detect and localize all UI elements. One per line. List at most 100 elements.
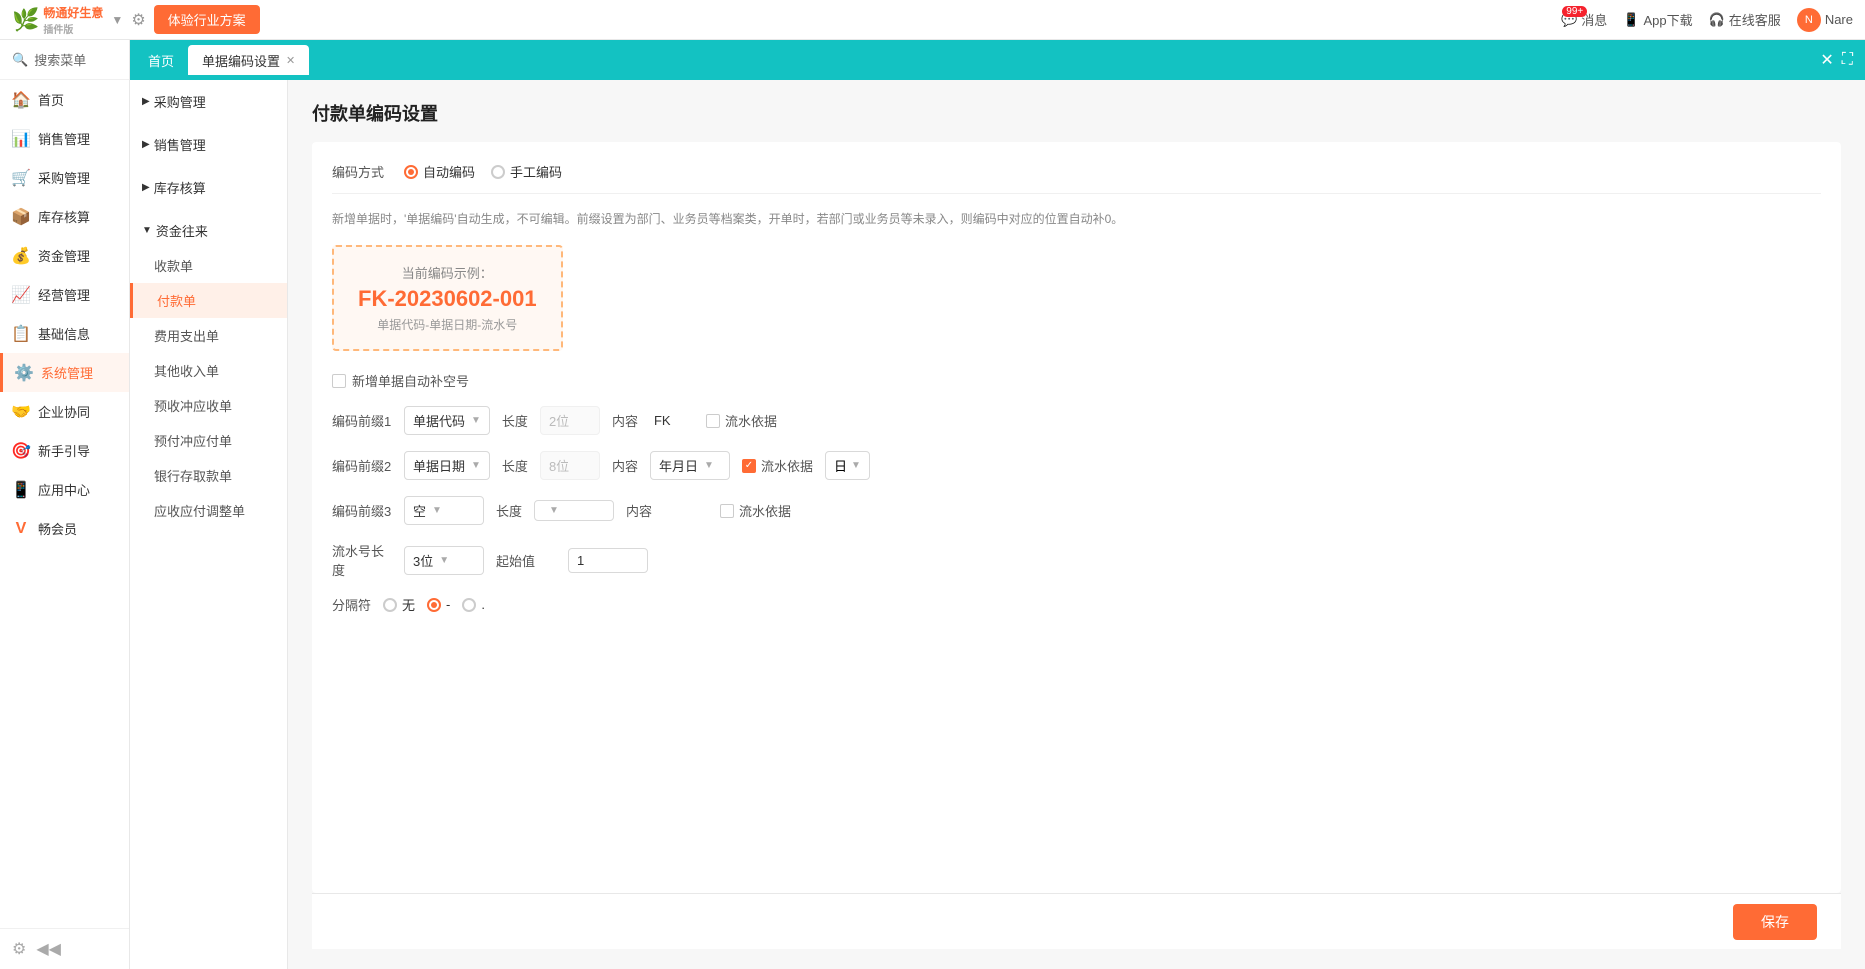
prefix1-value-select[interactable]: 单据代码 ▼ [404,406,490,435]
prefix3-serial-checkbox[interactable] [720,504,734,518]
tab-close-icon[interactable]: ✕ [286,54,295,67]
prefix2-serial-checkbox[interactable]: ✓ [742,459,756,473]
sidebar-item-label-finance: 资金管理 [38,246,90,265]
prefix2-label: 编码前缀2 [332,456,392,475]
service-icon: 🎧 [1709,12,1725,28]
enterprise-icon: 🤝 [12,403,30,421]
sidebar-item-guide[interactable]: 🎯 新手引导 [0,431,129,470]
sidebar-item-label-app: 应用中心 [38,480,90,499]
prefix2-value-select[interactable]: 单据日期 ▼ [404,451,490,480]
sidebar-item-enterprise[interactable]: 🤝 企业协同 [0,392,129,431]
sec-item-prepay-recv[interactable]: 预收冲应收单 [130,388,287,423]
radio-manual[interactable]: 手工编码 [491,162,562,181]
collapse-icon[interactable]: ◀◀ [36,939,61,959]
tab-encoding-label: 单据编码设置 [202,51,280,70]
sidebar-item-finance[interactable]: 💰 资金管理 [0,236,129,275]
nav-sidebar: 🔍 搜索菜单 🏠 首页 📊 销售管理 🛒 采购管理 📦 库存核算 💰 资金管理 … [0,40,130,969]
sidebar-item-management[interactable]: 📈 经营管理 [0,275,129,314]
serial-length-label: 流水号长度 [332,541,392,579]
radio-auto[interactable]: 自动编码 [404,162,475,181]
prefix3-chevron-icon: ▼ [432,505,442,516]
sec-group-title-purchase[interactable]: ▶ 采购管理 [130,84,287,119]
top-bar: 🌿 畅通好生意 插件版 ▼ ⚙ 体验行业方案 💬 99+ 消息 📱 App下载 … [0,0,1865,40]
maximize-icon[interactable]: ⛶ [1842,51,1853,69]
auto-fill-checkbox[interactable] [332,374,346,388]
sec-group-sales: ▶ 销售管理 [130,123,287,166]
auto-fill-row[interactable]: 新增单据自动补空号 [332,371,1821,390]
system-icon: ⚙️ [15,364,33,382]
start-value-input[interactable] [568,548,648,573]
sidebar-item-label-guide: 新手引导 [38,441,90,460]
radio-auto-circle [404,165,418,179]
prefix2-day-select[interactable]: 日 ▼ [825,451,870,480]
sec-item-bank[interactable]: 银行存取款单 [130,458,287,493]
prefix1-serial-checkbox-wrap[interactable]: 流水依据 [706,411,777,430]
try-button[interactable]: 体验行业方案 [154,5,260,34]
settings-card: 编码方式 自动编码 手工编码 [312,142,1841,893]
sidebar-item-home[interactable]: 🏠 首页 [0,80,129,119]
sec-item-payment[interactable]: 付款单 [130,283,287,318]
sec-item-adjust[interactable]: 应收应付调整单 [130,493,287,528]
sec-group-title-sales[interactable]: ▶ 销售管理 [130,127,287,162]
sidebar-item-member[interactable]: V 畅会员 [0,509,129,548]
radio-manual-circle [491,165,505,179]
sidebar-item-system[interactable]: ⚙️ 系统管理 [0,353,129,392]
sec-item-receipt[interactable]: 收款单 [130,248,287,283]
sep-dash-radio[interactable]: - [427,597,450,612]
tab-home-label: 首页 [148,51,174,70]
tab-encoding[interactable]: 单据编码设置 ✕ [188,45,309,75]
sidebar-item-inventory[interactable]: 📦 库存核算 [0,197,129,236]
sep-none-radio[interactable]: 无 [383,595,415,614]
sec-group-label-sales: 销售管理 [154,135,206,154]
app-download-item[interactable]: 📱 App下载 [1623,10,1692,29]
sec-item-other-income[interactable]: 其他收入单 [130,353,287,388]
secondary-sidebar: ▶ 采购管理 ▶ 销售管理 ▶ 库存核算 [130,80,288,969]
sidebar-item-app[interactable]: 📱 应用中心 [0,470,129,509]
sec-item-prepay-pay[interactable]: 预付冲应付单 [130,423,287,458]
sec-group-title-inventory[interactable]: ▶ 库存核算 [130,170,287,205]
sec-item-label-payment: 付款单 [157,294,196,309]
prefix3-length-select[interactable]: ▼ [534,500,614,521]
tab-home[interactable]: 首页 [134,45,188,75]
prefix1-serial-label: 流水依据 [725,411,777,430]
radio-manual-label: 手工编码 [510,162,562,181]
user-item[interactable]: N Nare [1797,8,1853,32]
auto-fill-label: 新增单据自动补空号 [352,371,469,390]
guide-icon: 🎯 [12,442,30,460]
prefix2-content-select[interactable]: 年月日 ▼ [650,451,730,480]
sep-dot-radio-circle [462,598,476,612]
prefix3-serial-checkbox-wrap[interactable]: 流水依据 [720,501,791,520]
sep-dash-radio-dot [431,602,437,608]
sep-dot-radio[interactable]: . [462,597,485,612]
save-button[interactable]: 保存 [1733,904,1817,940]
prefix2-serial-checkbox-wrap[interactable]: ✓ 流水依据 [742,456,813,475]
serial-length-select[interactable]: 3位 ▼ [404,546,484,575]
minimize-icon[interactable]: ✕ [1820,50,1833,70]
message-item[interactable]: 💬 99+ 消息 [1561,10,1607,29]
sidebar-item-sales[interactable]: 📊 销售管理 [0,119,129,158]
settings-bottom-icon[interactable]: ⚙ [12,939,26,959]
prefix1-chevron-icon: ▼ [471,415,481,426]
prefix1-row: 编码前缀1 单据代码 ▼ 长度 2位 内容 FK 流水依 [332,406,1821,435]
sec-item-label-expense: 费用支出单 [154,329,219,344]
service-item[interactable]: 🎧 在线客服 [1709,10,1781,29]
app-center-icon: 📱 [12,481,30,499]
prefix2-row: 编码前缀2 单据日期 ▼ 长度 8位 内容 年月日 ▼ [332,451,1821,480]
gear-icon[interactable]: ⚙ [131,10,145,30]
radio-auto-label: 自动编码 [423,162,475,181]
dropdown-arrow-icon[interactable]: ▼ [111,13,123,27]
brand-sub: 插件版 [43,21,103,36]
sec-group-title-capital[interactable]: ▼ 资金往来 [130,213,287,248]
sidebar-item-basic[interactable]: 📋 基础信息 [0,314,129,353]
prefix1-serial-checkbox[interactable] [706,414,720,428]
prefix3-value-select[interactable]: 空 ▼ [404,496,484,525]
sec-item-expense[interactable]: 费用支出单 [130,318,287,353]
purchase-icon: 🛒 [12,169,30,187]
radio-auto-dot [408,169,414,175]
sidebar-item-purchase[interactable]: 🛒 采购管理 [0,158,129,197]
search-menu[interactable]: 🔍 搜索菜单 [0,40,129,80]
prefix3-label: 编码前缀3 [332,501,392,520]
main-panel: 付款单编码设置 编码方式 自动编码 [288,80,1865,969]
sep-dash-radio-circle [427,598,441,612]
preview-sub: 单据代码-单据日期-流水号 [358,316,537,333]
